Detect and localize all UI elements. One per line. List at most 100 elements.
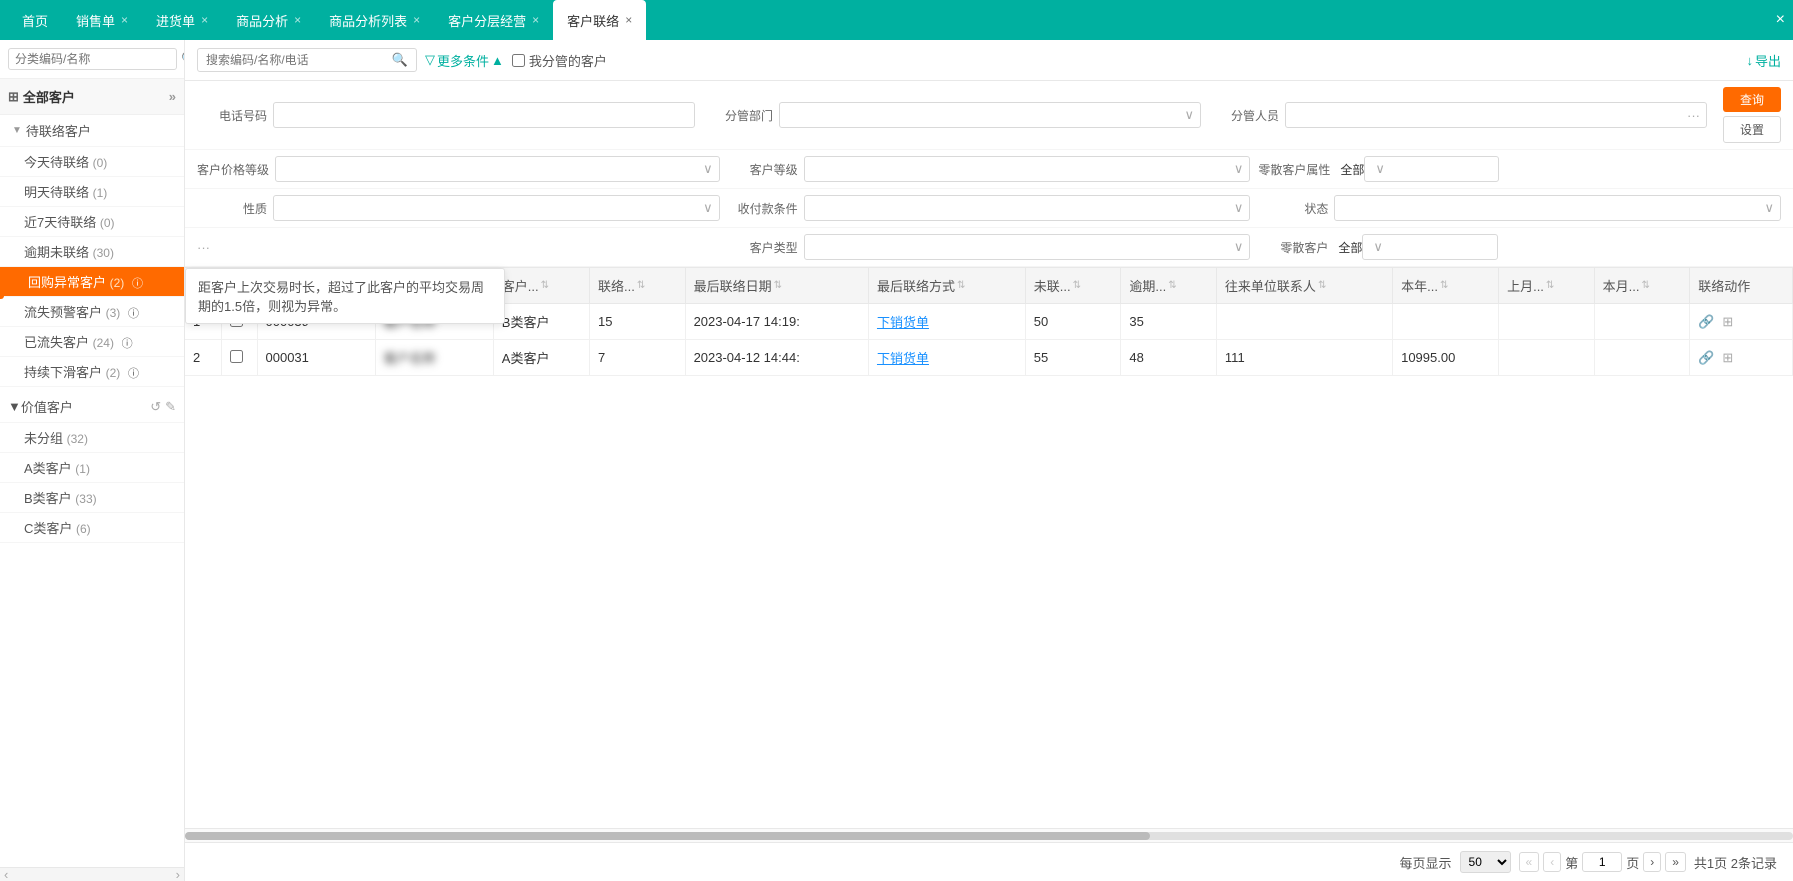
filter-cell-phone: 电话号码 xyxy=(197,102,695,128)
th-last-month[interactable]: 上月... ⇅ xyxy=(1499,268,1595,304)
sidebar-item-a-class[interactable]: A类客户 (1) xyxy=(0,453,184,483)
th-this-year[interactable]: 本年... ⇅ xyxy=(1393,268,1499,304)
window-close-button[interactable]: × xyxy=(1776,11,1785,29)
cell-last-contact-method[interactable]: 下销货单 xyxy=(868,304,1025,340)
prev-page-btn[interactable]: ‹ xyxy=(1543,852,1561,872)
payment-chevron-icon: ∨ xyxy=(1234,200,1244,216)
retail-attr-select[interactable]: ∨ xyxy=(1364,156,1499,182)
th-contact-person[interactable]: 往来单位联系人 ⇅ xyxy=(1216,268,1392,304)
search-input[interactable] xyxy=(206,53,392,67)
sidebar-item-already-lost[interactable]: 已流失客户 (24) ⓘ xyxy=(0,327,184,357)
price-tier-select[interactable]: ∨ xyxy=(275,156,720,182)
sort-this-month-icon: ⇅ xyxy=(1641,280,1649,291)
nature-select[interactable]: ∨ xyxy=(273,195,720,221)
sidebar-item-b-class[interactable]: B类客户 (33) xyxy=(0,483,184,513)
pagination-buttons: « ‹ 第 页 › » xyxy=(1519,852,1686,872)
nav-close-customer-tier[interactable]: × xyxy=(532,13,539,27)
nav-close-sales-order[interactable]: × xyxy=(121,13,128,27)
nav-close-customer-contact[interactable]: × xyxy=(625,13,632,27)
chevron-up-icon: ▲ xyxy=(491,53,504,68)
sidebar-collapse-icon[interactable]: » xyxy=(169,89,176,104)
search-bar-icon[interactable]: 🔍 xyxy=(392,52,408,68)
nav-customer-contact[interactable]: 客户联络 × xyxy=(553,0,646,40)
sidebar-value-header[interactable]: ▼ 价值客户 ↺ ✎ xyxy=(0,391,184,423)
nav-close-purchase-order[interactable]: × xyxy=(201,13,208,27)
sidebar-item-unsorted[interactable]: 未分组 (32) xyxy=(0,423,184,453)
filter-rows: 电话号码 分管部门 ∨ 分管人员 ··· xyxy=(185,81,1793,268)
sidebar-item-declining[interactable]: 持续下滑客户 (2) ⓘ xyxy=(0,357,184,387)
sidebar-item-7day-pending[interactable]: 近7天待联络 (0) xyxy=(0,207,184,237)
sidebar-pending-contact-group[interactable]: ▼ 待联络客户 xyxy=(0,115,184,147)
payment-select[interactable]: ∨ xyxy=(804,195,1251,221)
total-records: 共1页 2条记录 xyxy=(1694,853,1777,872)
retail-customer-select[interactable]: ∨ xyxy=(1362,234,1497,260)
customer-level-select[interactable]: ∨ xyxy=(804,156,1251,182)
sidebar-search-input[interactable] xyxy=(8,48,177,70)
refresh-icon[interactable]: ↺ xyxy=(150,399,161,415)
th-uncontacted[interactable]: 未联... ⇅ xyxy=(1025,268,1121,304)
export-button[interactable]: ↓ 导出 xyxy=(1746,51,1781,70)
page-input[interactable] xyxy=(1582,852,1622,872)
person-label: 分管人员 xyxy=(1209,107,1279,124)
th-class[interactable]: 客户... ⇅ xyxy=(493,268,589,304)
scroll-right-icon[interactable]: › xyxy=(176,867,180,881)
cell-last-contact-method[interactable]: 下销货单 xyxy=(868,340,1025,376)
nav-product-analysis[interactable]: 商品分析 × xyxy=(222,0,315,40)
sidebar-item-lost-warning[interactable]: 流失预警客户 (3) ⓘ xyxy=(0,297,184,327)
next-page-btn[interactable]: › xyxy=(1643,852,1661,872)
customer-type-select[interactable]: ∨ xyxy=(804,234,1251,260)
sort-this-year-icon: ⇅ xyxy=(1440,280,1448,291)
scroll-left-icon[interactable]: ‹ xyxy=(4,867,8,881)
action-link-icon[interactable]: 🔗 xyxy=(1698,350,1714,366)
cell-this-year: 10995.00 xyxy=(1393,340,1499,376)
nav-close-product-analysis[interactable]: × xyxy=(294,13,301,27)
filter-dots-icon[interactable]: ··· xyxy=(197,240,210,255)
th-this-month[interactable]: 本月... ⇅ xyxy=(1594,268,1690,304)
sidebar-item-repurchase-abnormal[interactable]: 回购异常客户 (2) ⓘ xyxy=(0,267,184,297)
nav-product-analysis-list[interactable]: 商品分析列表 × xyxy=(315,0,434,40)
sidebar-item-overdue-uncontacted[interactable]: 逾期未联络 (30) xyxy=(0,237,184,267)
first-page-btn[interactable]: « xyxy=(1519,852,1540,872)
sort-method-icon: ⇅ xyxy=(957,280,965,291)
action-grid-icon[interactable]: ⊞ xyxy=(1722,350,1733,366)
sidebar-all-customers-header[interactable]: ⊞ 全部客户 » xyxy=(0,79,184,115)
action-grid-icon[interactable]: ⊞ xyxy=(1722,314,1733,330)
horizontal-scrollbar[interactable] xyxy=(185,828,1793,842)
query-button[interactable]: 查询 xyxy=(1723,87,1781,112)
cell-checkbox[interactable] xyxy=(221,340,257,376)
th-last-contact-method[interactable]: 最后联络方式 ⇅ xyxy=(868,268,1025,304)
th-contact-count[interactable]: 联络... ⇅ xyxy=(590,268,686,304)
setting-button[interactable]: 设置 xyxy=(1723,116,1781,143)
nav-purchase-order[interactable]: 进货单 × xyxy=(142,0,222,40)
edit-icon[interactable]: ✎ xyxy=(165,399,176,415)
cell-name[interactable]: 客户名称 xyxy=(375,340,493,376)
per-page-select[interactable]: 50 20 100 xyxy=(1460,851,1511,873)
active-indicator xyxy=(0,267,4,299)
payment-label: 收付款条件 xyxy=(728,200,798,217)
row-checkbox[interactable] xyxy=(230,350,243,363)
nav-customer-tier[interactable]: 客户分层经营 × xyxy=(434,0,553,40)
th-overdue[interactable]: 逾期... ⇅ xyxy=(1121,268,1217,304)
per-page-label: 每页显示 xyxy=(1400,853,1452,872)
phone-input[interactable] xyxy=(273,102,695,128)
my-customers-checkbox[interactable] xyxy=(512,54,525,67)
th-last-contact-date[interactable]: 最后联络日期 ⇅ xyxy=(685,268,868,304)
repurchase-info-icon: ⓘ xyxy=(132,278,143,290)
dept-select[interactable]: ∨ xyxy=(779,102,1201,128)
sidebar-item-c-class[interactable]: C类客户 (6) xyxy=(0,513,184,543)
nav-close-product-analysis-list[interactable]: × xyxy=(413,13,420,27)
sidebar-item-tomorrow-pending[interactable]: 明天待联络 (1) xyxy=(0,177,184,207)
cell-last-contact-date: 2023-04-12 14:44: xyxy=(685,340,868,376)
last-page-btn[interactable]: » xyxy=(1665,852,1686,872)
nav-home[interactable]: 首页 xyxy=(8,0,62,40)
action-link-icon[interactable]: 🔗 xyxy=(1698,314,1714,330)
cell-class: B类客户 xyxy=(493,304,589,340)
nav-sales-order[interactable]: 销售单 × xyxy=(62,0,142,40)
status-select[interactable]: ∨ xyxy=(1334,195,1781,221)
cell-code: 000031 xyxy=(257,340,375,376)
sort-overdue-icon: ⇅ xyxy=(1168,280,1176,291)
person-select[interactable]: ··· xyxy=(1285,102,1707,128)
sidebar-item-today-pending[interactable]: 今天待联络 (0) xyxy=(0,147,184,177)
table-row: 2000031客户名称A类客户72023-04-12 14:44:下销货单554… xyxy=(185,340,1793,376)
more-conditions-btn[interactable]: ▽ 更多条件 ▲ xyxy=(425,51,504,70)
